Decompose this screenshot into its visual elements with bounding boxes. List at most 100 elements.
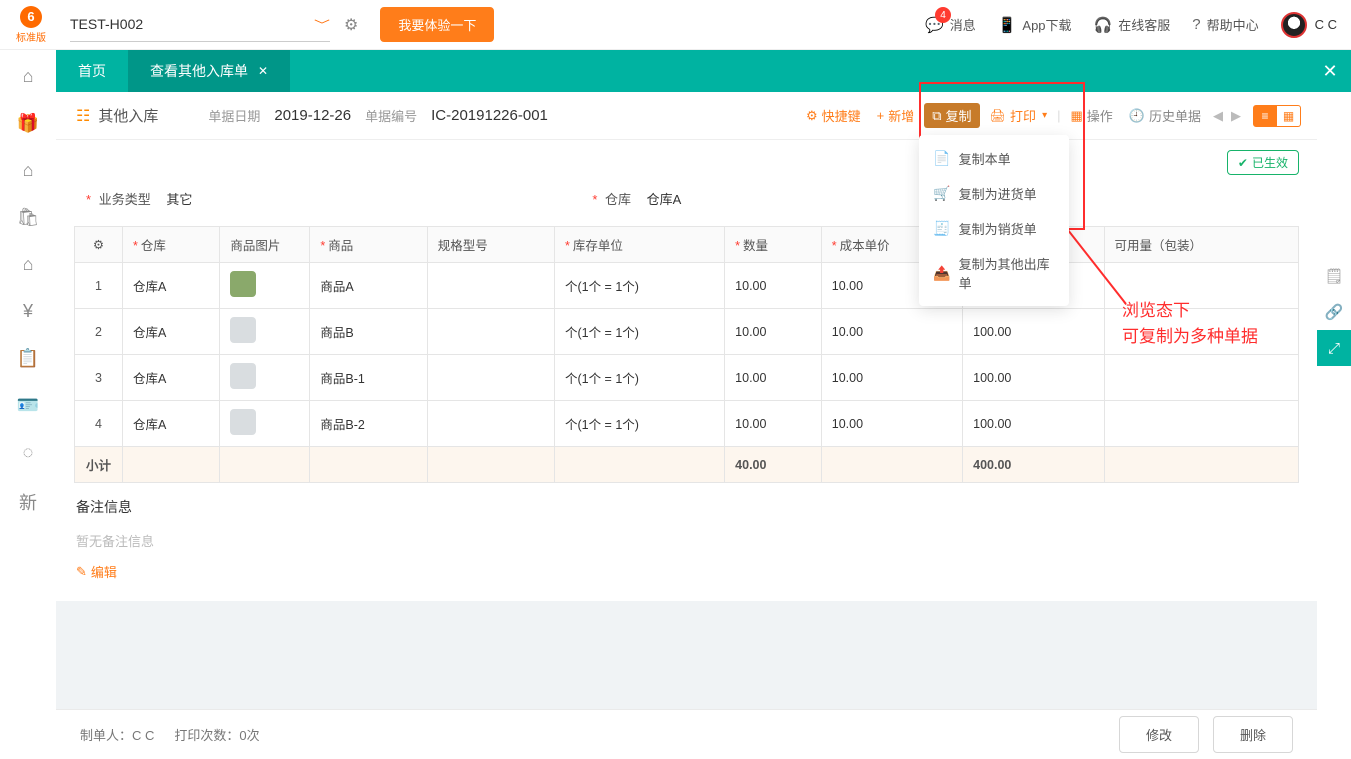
- org-selector[interactable]: TEST-H002 ﹀: [70, 8, 330, 42]
- close-icon[interactable]: ✕: [258, 64, 268, 78]
- link-icon[interactable]: 🔗: [1317, 294, 1351, 330]
- header-available: 可用量（包装）: [1104, 227, 1299, 263]
- tab-home[interactable]: 首页: [56, 50, 128, 92]
- tab-view-doc[interactable]: 查看其他入库单 ✕: [128, 50, 290, 92]
- money-icon[interactable]: ¥: [23, 301, 33, 322]
- header-gear[interactable]: ⚙: [75, 227, 123, 263]
- house-icon[interactable]: ⌂: [23, 160, 34, 181]
- copy-this-item[interactable]: 📄复制本单: [919, 141, 1069, 176]
- table-row[interactable]: 2仓库A商品B个(1个 = 1个)10.0010.00100.00: [75, 309, 1299, 355]
- gift-icon[interactable]: 🎁: [17, 113, 39, 134]
- product-image: [230, 317, 256, 343]
- row-spec: [427, 263, 554, 309]
- user-menu[interactable]: C C: [1281, 12, 1337, 38]
- remark-empty: 暂无备注信息: [76, 531, 1297, 550]
- headset-icon: 🎧: [1094, 16, 1113, 34]
- gear-icon[interactable]: ⚙: [344, 15, 358, 35]
- print-count: 打印次数：0次: [174, 725, 259, 744]
- row-warehouse: 仓库A: [123, 355, 220, 401]
- row-product: 商品B-2: [310, 401, 427, 447]
- document-header: ☷ 其他入库 单据日期 2019-12-26 单据编号 IC-20191226-…: [56, 92, 1317, 140]
- copy-other-out-item[interactable]: 📤复制为其他出库单: [919, 246, 1069, 300]
- person-card-icon[interactable]: 🪪: [17, 395, 39, 416]
- header-unit: 库存单位: [554, 227, 724, 263]
- prev-doc[interactable]: ◀: [1211, 104, 1225, 128]
- online-service-link[interactable]: 🎧 在线客服: [1094, 15, 1171, 34]
- try-button[interactable]: 我要体验一下: [380, 7, 494, 42]
- header-right: 💬 消息 4 📱 App下载 🎧 在线客服 ? 帮助中心 C C: [925, 12, 1337, 38]
- row-unit: 个(1个 = 1个): [554, 309, 724, 355]
- avatar: [1281, 12, 1307, 38]
- subtotal-row: 小计40.00400.00: [75, 447, 1299, 483]
- remark-edit-button[interactable]: ✎编辑: [76, 562, 1297, 581]
- loading-icon[interactable]: ◌: [23, 442, 34, 463]
- row-price: 10.00: [821, 309, 962, 355]
- history-button[interactable]: 🕘历史单据: [1123, 102, 1207, 129]
- print-button[interactable]: 🖨打印▾: [984, 102, 1054, 129]
- next-doc[interactable]: ▶: [1229, 104, 1243, 128]
- expand-icon[interactable]: ⤢: [1317, 330, 1351, 366]
- view-toggle: ≡ ▦: [1253, 105, 1301, 127]
- remark-section: 备注信息 暂无备注信息 ✎编辑: [56, 483, 1317, 601]
- footer-bar: 制单人：C C 打印次数：0次 修改 删除: [56, 709, 1317, 759]
- view-list[interactable]: ≡: [1253, 105, 1277, 127]
- row-amount: 100.00: [963, 355, 1104, 401]
- copy-sales-label: 复制为销货单: [959, 219, 1037, 238]
- row-price: 10.00: [821, 355, 962, 401]
- table-row[interactable]: 1仓库A商品A个(1个 = 1个)10.0010.00100.00: [75, 263, 1299, 309]
- copy-sales-item[interactable]: 🧾复制为销货单: [919, 211, 1069, 246]
- tab-view-doc-label: 查看其他入库单: [150, 61, 248, 81]
- row-amount: 100.00: [963, 309, 1104, 355]
- required-asterisk: *: [592, 192, 597, 207]
- maker: 制单人：C C: [80, 725, 154, 744]
- brand-logo[interactable]: 6 标准版: [12, 6, 50, 44]
- help-icon: ?: [1192, 16, 1200, 33]
- help-center-link[interactable]: ? 帮助中心: [1192, 15, 1258, 34]
- table-row[interactable]: 3仓库A商品B-1个(1个 = 1个)10.0010.00100.00: [75, 355, 1299, 401]
- row-spec: [427, 309, 554, 355]
- footer-info: 制单人：C C 打印次数：0次: [80, 725, 260, 744]
- doc-type-tab[interactable]: ☷ 其他入库: [56, 92, 178, 140]
- close-all-tabs[interactable]: ✕: [1309, 50, 1351, 92]
- delete-button[interactable]: 删除: [1213, 716, 1293, 753]
- home-icon[interactable]: ⌂: [23, 66, 34, 87]
- modify-button[interactable]: 修改: [1119, 716, 1199, 753]
- operate-button[interactable]: ▦操作: [1064, 102, 1118, 129]
- view-card[interactable]: ▦: [1277, 105, 1301, 127]
- copy-label: 复制: [946, 106, 972, 125]
- gear-icon: ⚙: [806, 108, 818, 124]
- brand-edition: 标准版: [16, 29, 46, 44]
- tab-strip: 首页 查看其他入库单 ✕ ✕: [56, 50, 1351, 92]
- history-icon: 🕘: [1129, 108, 1145, 124]
- help-center-label: 帮助中心: [1207, 15, 1259, 34]
- subtotal-amount: 400.00: [963, 447, 1104, 483]
- row-index: 3: [75, 355, 123, 401]
- required-asterisk: *: [86, 192, 91, 207]
- inbound-icon: ☷: [76, 106, 90, 126]
- copy-button[interactable]: ⧉复制 📄复制本单 🛒复制为进货单 🧾复制为销货单 📤复制为其他出库单: [924, 103, 979, 128]
- doc-actions: ⚙快捷键 +新增 ⧉复制 📄复制本单 🛒复制为进货单 🧾复制为销货单 📤复制为其…: [800, 102, 1301, 129]
- table-row[interactable]: 4仓库A商品B-2个(1个 = 1个)10.0010.00100.00: [75, 401, 1299, 447]
- row-available: [1104, 355, 1299, 401]
- note-icon[interactable]: 🗒: [1317, 258, 1351, 294]
- shortcut-button[interactable]: ⚙快捷键: [800, 102, 867, 129]
- add-button[interactable]: +新增: [871, 102, 921, 129]
- chevron-down-icon: ▾: [1042, 110, 1047, 121]
- row-product: 商品B-1: [310, 355, 427, 401]
- row-unit: 个(1个 = 1个): [554, 263, 724, 309]
- plus-icon: +: [877, 108, 885, 123]
- bag-icon[interactable]: 🛍: [17, 207, 40, 228]
- messages-link[interactable]: 💬 消息 4: [925, 15, 976, 34]
- date-value: 2019-12-26: [274, 107, 351, 124]
- clipboard-icon[interactable]: 📋: [17, 348, 39, 369]
- remark-edit-label: 编辑: [91, 562, 117, 581]
- row-warehouse: 仓库A: [123, 263, 220, 309]
- app-download-link[interactable]: 📱 App下载: [998, 15, 1072, 34]
- operate-label: 操作: [1087, 106, 1113, 125]
- copy-purchase-item[interactable]: 🛒复制为进货单: [919, 176, 1069, 211]
- cart-icon: 🛒: [933, 185, 950, 202]
- new-icon[interactable]: 新: [19, 489, 37, 515]
- row-price: 10.00: [821, 401, 962, 447]
- warehouse-icon[interactable]: ⌂: [23, 254, 34, 275]
- row-unit: 个(1个 = 1个): [554, 355, 724, 401]
